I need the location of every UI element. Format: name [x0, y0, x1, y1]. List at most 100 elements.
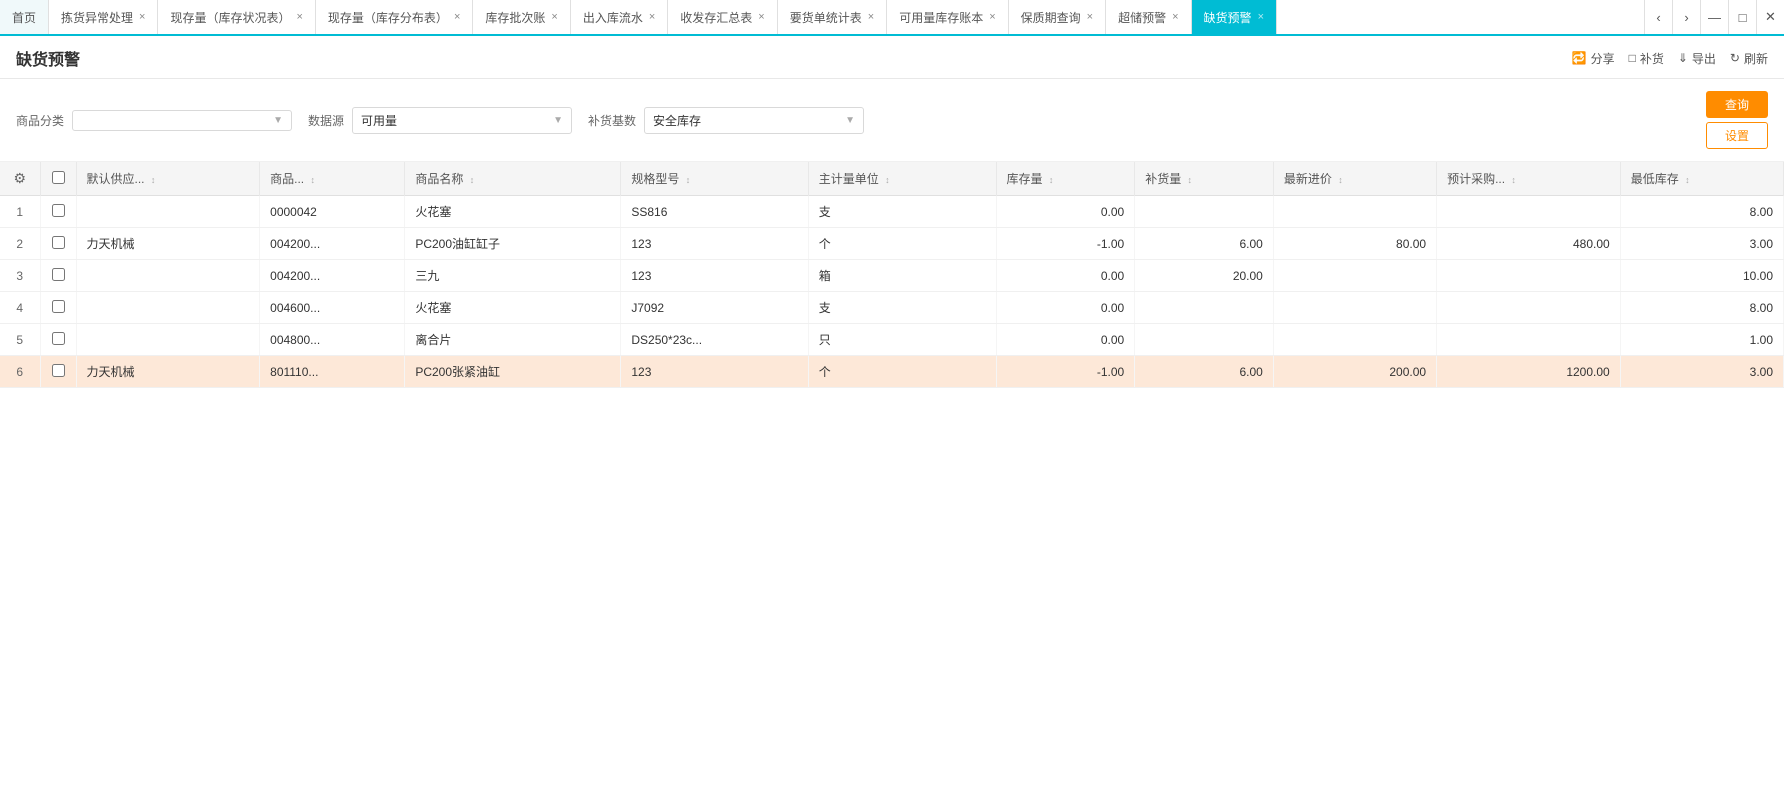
row-select-5[interactable] [52, 332, 65, 345]
tab-expiry-query[interactable]: 保质期查询× [1009, 0, 1106, 35]
table-container: ⚙ 默认供应... ↕ 商品... ↕ 商品名称 ↕ [0, 162, 1784, 388]
base-label: 补货基数 [588, 112, 636, 129]
row-unit-1: 支 [808, 196, 996, 228]
table-row: 5 004800... 离合片 DS250*23c... 只 0.00 1.00 [0, 324, 1784, 356]
tab-batch-account[interactable]: 库存批次账× [473, 0, 570, 35]
tab-prev-button[interactable]: ‹ [1644, 0, 1672, 35]
row-min-stock-6: 3.00 [1620, 356, 1783, 388]
filter-row: 商品分类 ▼ 数据源 可用量 ▼ 补货基数 安全库存 ▼ 查询 设置 [0, 79, 1784, 162]
supplier-sort-icon[interactable]: ↕ [151, 175, 156, 185]
tab-inout-flow[interactable]: 出入库流水× [571, 0, 668, 35]
column-settings-icon[interactable]: ⚙ [13, 170, 26, 186]
row-product-code-4: 004600... [260, 292, 405, 324]
latest-price-sort-icon[interactable]: ↕ [1338, 175, 1343, 185]
row-stock-2: -1.00 [996, 228, 1135, 260]
category-select[interactable]: ▼ [72, 110, 292, 131]
tab-available-ledger[interactable]: 可用量库存账本× [887, 0, 1008, 35]
tab-inventory-status[interactable]: 现存量（库存状况表）× [158, 0, 315, 35]
stock-sort-icon[interactable]: ↕ [1049, 175, 1054, 185]
row-stock-3: 0.00 [996, 260, 1135, 292]
row-est-purchase-1 [1437, 196, 1621, 228]
tab-close-available-ledger[interactable]: × [989, 11, 995, 23]
tab-close-inout-flow[interactable]: × [649, 11, 655, 23]
unit-sort-icon[interactable]: ↕ [885, 175, 890, 185]
export-button[interactable]: ⇓ 导出 [1678, 50, 1716, 67]
window-close-button[interactable]: ✕ [1756, 0, 1784, 35]
header-actions: 🔁 分享 □ 补货 ⇓ 导出 ↻ 刷新 [1572, 50, 1768, 67]
replenish-qty-sort-icon[interactable]: ↕ [1188, 175, 1193, 185]
window-minimize-button[interactable]: — [1700, 0, 1728, 35]
tab-close-batch-account[interactable]: × [551, 11, 557, 23]
est-purchase-sort-icon[interactable]: ↕ [1511, 175, 1516, 185]
table-row: 4 004600... 火花塞 J7092 支 0.00 8.00 [0, 292, 1784, 324]
th-stock: 库存量 ↕ [996, 162, 1135, 196]
row-stock-6: -1.00 [996, 356, 1135, 388]
row-select-2[interactable] [52, 236, 65, 249]
tab-shortage-warning[interactable]: 缺货预警× [1192, 0, 1277, 35]
tab-close-overstock-warning[interactable]: × [1172, 11, 1178, 23]
th-est-purchase: 预计采购... ↕ [1437, 162, 1621, 196]
th-settings: ⚙ [0, 162, 40, 196]
th-unit: 主计量单位 ↕ [808, 162, 996, 196]
table-header-row: ⚙ 默认供应... ↕ 商品... ↕ 商品名称 ↕ [0, 162, 1784, 196]
row-replenish-qty-3: 20.00 [1135, 260, 1274, 292]
product-name-sort-icon[interactable]: ↕ [470, 175, 475, 185]
row-min-stock-5: 1.00 [1620, 324, 1783, 356]
tab-exception[interactable]: 拣货异常处理× [49, 0, 158, 35]
tab-next-button[interactable]: › [1672, 0, 1700, 35]
tab-close-demand-stat[interactable]: × [868, 11, 874, 23]
base-select[interactable]: 安全库存 ▼ [644, 107, 864, 134]
row-replenish-qty-1 [1135, 196, 1274, 228]
row-select-6[interactable] [52, 364, 65, 377]
tab-close-collect-summary[interactable]: × [758, 11, 764, 23]
row-spec-5: DS250*23c... [621, 324, 808, 356]
row-select-4[interactable] [52, 300, 65, 313]
tab-collect-summary[interactable]: 收发存汇总表× [668, 0, 777, 35]
share-icon: 🔁 [1572, 51, 1587, 65]
row-checkbox-4 [40, 292, 76, 324]
row-supplier-4 [76, 292, 260, 324]
select-all-checkbox[interactable] [52, 171, 65, 184]
spec-sort-icon[interactable]: ↕ [686, 175, 691, 185]
tab-close-inventory-dist[interactable]: × [454, 11, 460, 23]
min-stock-sort-icon[interactable]: ↕ [1685, 175, 1690, 185]
replenish-button[interactable]: □ 补货 [1629, 50, 1664, 67]
datasource-filter-group: 数据源 可用量 ▼ [308, 107, 572, 134]
row-product-code-1: 0000042 [260, 196, 405, 228]
filter-actions: 查询 设置 [1706, 91, 1768, 149]
tab-close-exception[interactable]: × [139, 11, 145, 23]
settings-button[interactable]: 设置 [1706, 122, 1768, 149]
th-latest-price: 最新进价 ↕ [1273, 162, 1436, 196]
category-label: 商品分类 [16, 112, 64, 129]
datasource-dropdown-icon: ▼ [553, 115, 563, 126]
tab-close-inventory-status[interactable]: × [296, 11, 302, 23]
row-select-3[interactable] [52, 268, 65, 281]
row-est-purchase-6: 1200.00 [1437, 356, 1621, 388]
refresh-button[interactable]: ↻ 刷新 [1730, 50, 1768, 67]
row-num-3: 3 [0, 260, 40, 292]
row-stock-5: 0.00 [996, 324, 1135, 356]
tab-overstock-warning[interactable]: 超储预警× [1106, 0, 1191, 35]
datasource-label: 数据源 [308, 112, 344, 129]
tab-home[interactable]: 首页 [0, 0, 49, 35]
row-num-5: 5 [0, 324, 40, 356]
row-product-name-1: 火花塞 [405, 196, 621, 228]
tab-close-shortage-warning[interactable]: × [1258, 11, 1264, 23]
row-checkbox-1 [40, 196, 76, 228]
share-button[interactable]: 🔁 分享 [1572, 50, 1615, 67]
tab-bar: 首页拣货异常处理×现存量（库存状况表）×现存量（库存分布表）×库存批次账×出入库… [0, 0, 1784, 36]
row-select-1[interactable] [52, 204, 65, 217]
product-code-sort-icon[interactable]: ↕ [311, 175, 316, 185]
table-row: 1 0000042 火花塞 SS816 支 0.00 8.00 [0, 196, 1784, 228]
row-replenish-qty-5 [1135, 324, 1274, 356]
row-est-purchase-2: 480.00 [1437, 228, 1621, 260]
tab-demand-stat[interactable]: 要货单统计表× [778, 0, 887, 35]
row-supplier-6: 力天机械 [76, 356, 260, 388]
window-maximize-button[interactable]: □ [1728, 0, 1756, 35]
row-min-stock-2: 3.00 [1620, 228, 1783, 260]
tab-inventory-dist[interactable]: 现存量（库存分布表）× [316, 0, 473, 35]
table-row: 6 力天机械 801110... PC200张紧油缸 123 个 -1.00 6… [0, 356, 1784, 388]
query-button[interactable]: 查询 [1706, 91, 1768, 118]
datasource-select[interactable]: 可用量 ▼ [352, 107, 572, 134]
tab-close-expiry-query[interactable]: × [1087, 11, 1093, 23]
